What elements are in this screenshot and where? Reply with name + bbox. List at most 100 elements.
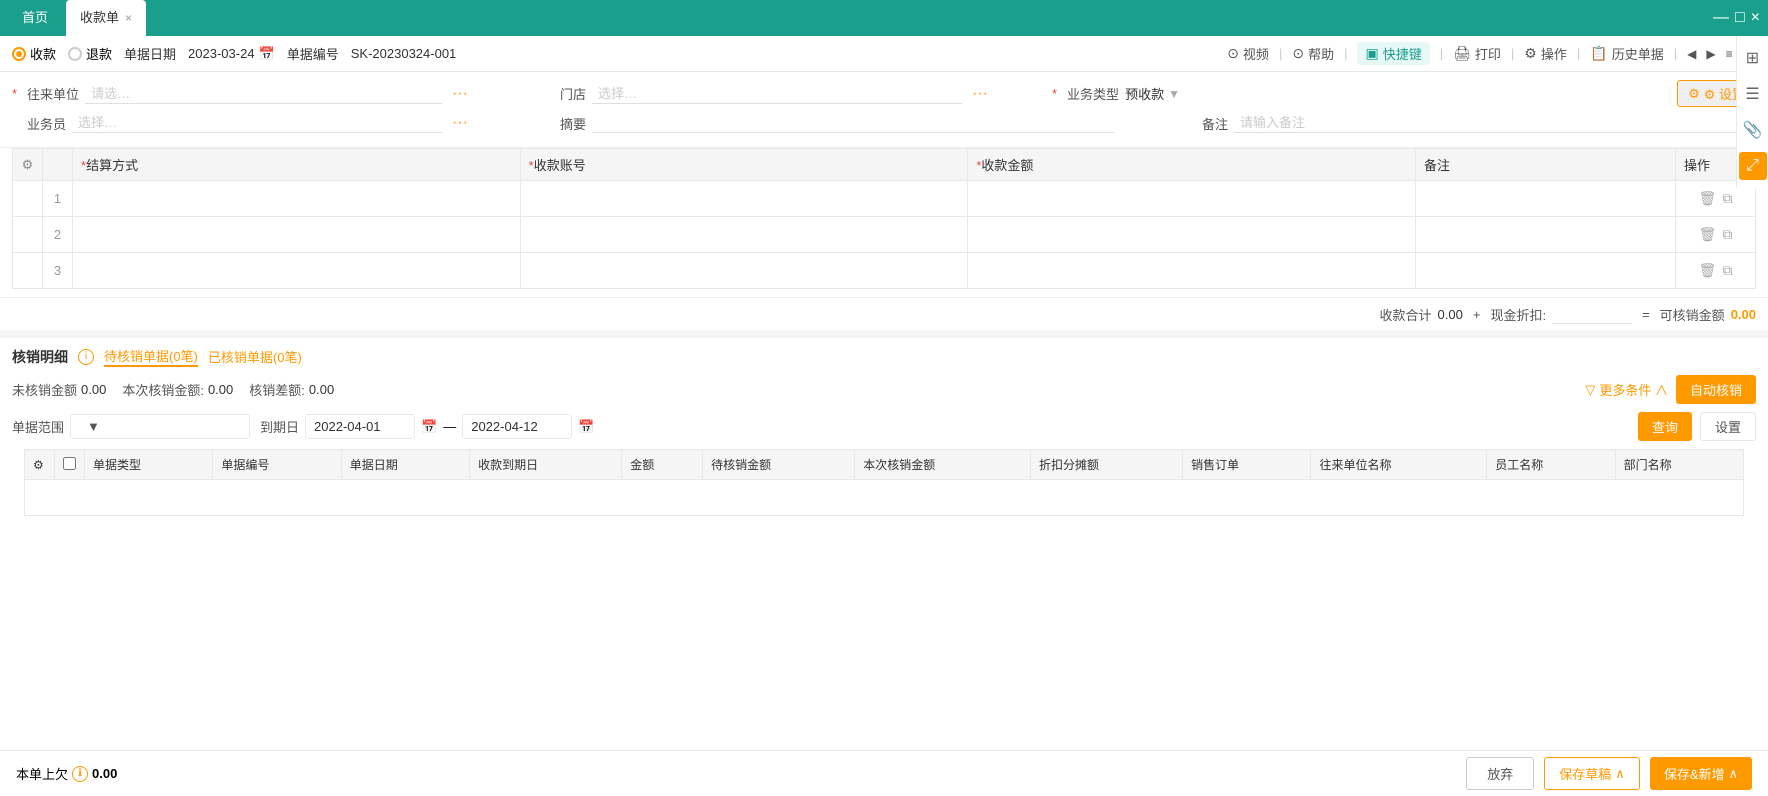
layout-next-icon[interactable]: ▶ (1706, 47, 1715, 61)
current-verify-value: 0.00 (208, 382, 233, 397)
collect-total-item: 收款合计 0.00 (1380, 305, 1463, 324)
video-label: 视频 (1243, 44, 1269, 63)
layout-list-icon[interactable]: ≡ (1726, 47, 1733, 61)
row1-amount[interactable] (968, 181, 1416, 217)
biztype-field: * 业务类型 预收款 ▼ (1052, 84, 1180, 103)
row2-action: 🗑 ⧉ (1676, 217, 1756, 253)
abandon-btn[interactable]: 放弃 (1466, 757, 1534, 790)
video-btn[interactable]: ⊙ 视频 (1227, 44, 1269, 63)
calendar-icon[interactable]: 📅 (259, 46, 275, 62)
tab-pending[interactable]: 待核销单据(0笔) (104, 346, 198, 367)
row3-copy-icon[interactable]: ⧉ (1722, 262, 1732, 279)
verifiable-label: 可核销金额 (1660, 305, 1725, 324)
bottom-right: 放弃 保存草稿 ∧ 保存&新增 ∧ (1466, 757, 1752, 790)
history-label: 历史单据 (1612, 44, 1664, 63)
row3-account[interactable] (520, 253, 968, 289)
duedate-to-calendar-icon[interactable]: 📅 (578, 419, 594, 435)
row1-account[interactable] (520, 181, 968, 217)
shortcut-btn[interactable]: ▣ 快捷键 (1357, 42, 1429, 65)
verify-info-icon[interactable]: i (78, 349, 94, 365)
remark-field: 备注 (1174, 113, 1756, 133)
sidebar-clip-icon[interactable]: 📎 (1739, 116, 1767, 144)
btm-gear-header[interactable]: ⚙ (25, 450, 55, 480)
query-btn[interactable]: 查询 (1638, 412, 1692, 441)
btm-dept-header: 部门名称 (1615, 450, 1743, 480)
radio-tuikuan[interactable]: 退款 (68, 44, 112, 63)
active-tab[interactable]: 收款单 × (66, 0, 146, 36)
duedate-from-input[interactable] (305, 414, 415, 439)
counterparty-input[interactable] (85, 84, 442, 104)
staff-dots-btn[interactable]: ··· (448, 114, 472, 132)
collect-total-value: 0.00 (1438, 307, 1463, 322)
this-order-info-icon[interactable]: ℹ (72, 766, 88, 782)
discount-input[interactable] (1552, 304, 1632, 324)
row3-delete-icon[interactable]: 🗑 (1699, 262, 1717, 279)
settlement-col-header: *结算方式 (73, 149, 521, 181)
duedate-from-calendar-icon[interactable]: 📅 (421, 419, 437, 435)
row1-copy-icon[interactable]: ⧉ (1722, 190, 1732, 207)
row2-settlement[interactable] (73, 217, 521, 253)
summary-row: 收款合计 0.00 + 现金折扣: = 可核销金额 0.00 (0, 297, 1768, 330)
summary-input[interactable] (592, 113, 1114, 133)
minimize-icon[interactable]: — (1713, 9, 1729, 27)
shop-label: 门店 (532, 84, 586, 103)
staff-input[interactable] (72, 113, 442, 133)
radio-shoukuan[interactable]: 收款 (12, 44, 56, 63)
radio-dot-shoukuan (12, 47, 26, 61)
row2-copy-icon[interactable]: ⧉ (1722, 226, 1732, 243)
verify-diff-value: 0.00 (309, 382, 334, 397)
history-btn[interactable]: 📋 历史单据 (1590, 44, 1663, 63)
row3-settlement[interactable] (73, 253, 521, 289)
unverified-amount: 未核销金额 0.00 (12, 380, 106, 399)
save-new-btn[interactable]: 保存&新增 ∧ (1650, 757, 1752, 790)
range-select[interactable]: ▼ (70, 414, 250, 439)
current-verify-label: 本次核销金额: (122, 380, 204, 399)
home-tab[interactable]: 首页 (8, 0, 62, 36)
sidebar-expand-icon[interactable]: ⤢ (1739, 152, 1767, 180)
select-all-checkbox[interactable] (63, 457, 76, 470)
row2-amount[interactable] (968, 217, 1416, 253)
row3-amount[interactable] (968, 253, 1416, 289)
row3-remark[interactable] (1416, 253, 1676, 289)
sidebar-list-icon[interactable]: ☰ (1739, 80, 1767, 108)
items-table: ⚙ *结算方式 *收款账号 *收款金额 备注 操作 1 (12, 148, 1756, 289)
staff-field: 业务员 ··· (12, 113, 472, 133)
close-window-icon[interactable]: × (1751, 9, 1760, 27)
more-cond-btn[interactable]: ▽ 更多条件 ∧ (1585, 380, 1668, 399)
btm-check-header[interactable] (55, 450, 85, 480)
btm-empty-row (25, 480, 1744, 516)
shop-input[interactable] (592, 84, 962, 104)
layout-prev-icon[interactable]: ◀ (1687, 47, 1696, 61)
duedate-to-input[interactable] (462, 414, 572, 439)
biztype-select[interactable]: 预收款 ▼ (1125, 84, 1180, 103)
tab-done[interactable]: 已核销单据(0笔) (208, 347, 302, 366)
form-section: * 往来单位 ··· 门店 ··· * 业务类型 预收款 ▼ ⚙ (0, 72, 1768, 148)
auto-verify-btn[interactable]: 自动核销 (1676, 375, 1756, 404)
print-btn[interactable]: 🖨 打印 (1453, 44, 1501, 63)
biztype-chevron-icon: ▼ (1168, 87, 1180, 101)
row1-remark[interactable] (1416, 181, 1676, 217)
shortcut-icon: ▣ (1365, 45, 1378, 62)
summary-field: 摘要 (532, 113, 1114, 133)
btm-date-header: 单据日期 (341, 450, 469, 480)
gear-col-header[interactable]: ⚙ (13, 149, 43, 181)
save-draft-btn[interactable]: 保存草稿 ∧ (1544, 757, 1640, 790)
shop-dots-btn[interactable]: ··· (968, 85, 992, 103)
verify-settings-btn[interactable]: 设置 (1700, 412, 1756, 441)
maximize-icon[interactable]: □ (1735, 9, 1745, 27)
sidebar-table-icon[interactable]: ⊞ (1739, 44, 1767, 72)
counterparty-dots-btn[interactable]: ··· (448, 85, 472, 103)
operate-btn[interactable]: ⚙ 操作 (1524, 44, 1567, 63)
counterparty-label: 往来单位 (25, 84, 79, 103)
discount-label: 现金折扣: (1490, 305, 1546, 324)
row2-delete-icon[interactable]: 🗑 (1699, 226, 1717, 243)
row1-settlement[interactable] (73, 181, 521, 217)
form-row-2: 业务员 ··· 摘要 备注 (12, 113, 1756, 133)
remark-input[interactable] (1234, 113, 1756, 133)
row1-delete-icon[interactable]: 🗑 (1699, 190, 1717, 207)
row2-remark[interactable] (1416, 217, 1676, 253)
table-section: ⚙ *结算方式 *收款账号 *收款金额 备注 操作 1 (0, 148, 1768, 297)
row2-account[interactable] (520, 217, 968, 253)
help-btn[interactable]: ⊙ 帮助 (1292, 44, 1334, 63)
close-tab-icon[interactable]: × (125, 0, 132, 36)
